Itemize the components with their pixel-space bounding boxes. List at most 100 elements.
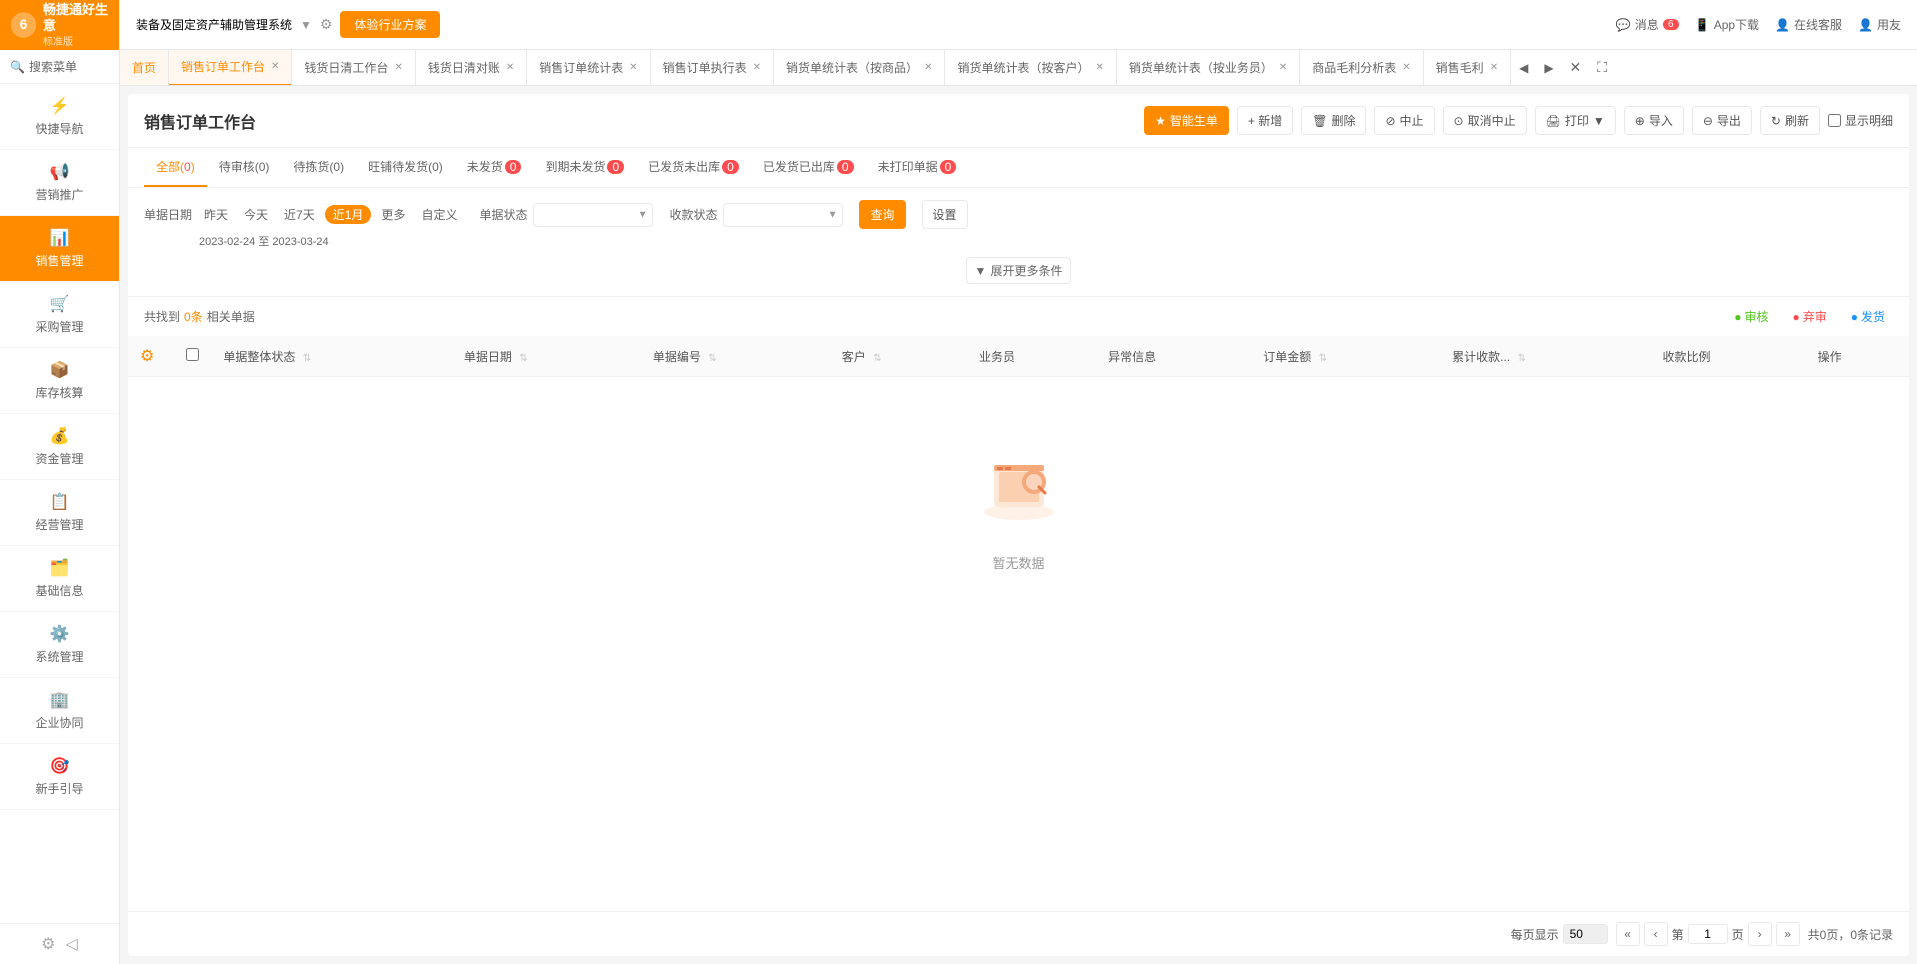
export-btn[interactable]: ⊖ 导出 [1692,106,1752,135]
th-customer[interactable]: 客户 ⇅ [830,336,967,377]
tab-sales-workbench[interactable]: 销售订单工作台 ✕ [169,50,292,86]
page-number-input[interactable] [1688,924,1728,944]
tab-prev-btn[interactable]: ◀ [1511,50,1536,86]
sidebar-item-marketing[interactable]: 📢 营销推广 [0,150,119,216]
sidebar-item-quick-nav[interactable]: ⚡ 快捷导航 [0,84,119,150]
trial-btn[interactable]: 体验行业方案 [340,11,440,38]
total-suffix: 相关单据 [207,308,255,325]
tab-close-icon[interactable]: ✕ [924,62,932,73]
stop-btn[interactable]: ⊘ 中止 [1374,106,1434,135]
tab-gross-profit[interactable]: 商品毛利分析表 ✕ [1300,50,1423,86]
user-btn[interactable]: 👤 用友 [1858,16,1901,33]
tab-expand-btn[interactable]: ⛶ [1589,50,1615,86]
tab-cash-reconcile[interactable]: 钱货日清对账 ✕ [416,50,527,86]
sub-tab-wangpu[interactable]: 旺铺待发货(0) [356,148,455,187]
prev-page-btn[interactable]: ‹ [1644,922,1668,946]
app-download-btn[interactable]: 📱 App下载 [1695,16,1759,33]
tab-close-icon[interactable]: ✕ [753,62,761,73]
message-btn[interactable]: 💬 消息 6 [1616,16,1679,33]
collapse-icon[interactable]: ◁ [66,934,78,954]
th-settings[interactable]: ⚙ [128,336,174,377]
settings-footer-icon[interactable]: ⚙ [41,934,55,954]
tab-close-icon[interactable]: ✕ [394,62,402,73]
batch-ship-btn[interactable]: ● 发货 [1843,305,1893,328]
select-all-checkbox[interactable] [186,348,199,361]
sub-tab-shipped-not-out[interactable]: 已发货未出库0 [636,148,751,187]
tab-close-icon[interactable]: ✕ [271,61,279,72]
show-detail-checkbox[interactable]: 显示明细 [1828,112,1893,129]
sub-tab-not-printed[interactable]: 未打印单据0 [866,148,969,187]
sub-tab-expired-not-shipped[interactable]: 到期未发货0 [533,148,636,187]
last-page-btn[interactable]: » [1776,922,1800,946]
settings-icon[interactable]: ⚙ [320,16,333,33]
tab-close-icon[interactable]: ✕ [1402,62,1410,73]
batch-reject-btn[interactable]: ● 弃审 [1784,305,1834,328]
tab-close-icon[interactable]: ✕ [1490,62,1498,73]
sub-tab-pending-review[interactable]: 待审核(0) [207,148,282,187]
cancel-stop-btn[interactable]: ⊙ 取消中止 [1443,106,1527,135]
tab-sales-by-customer[interactable]: 销货单统计表（按客户） ✕ [945,50,1116,86]
status-select[interactable] [533,203,653,227]
per-page-select[interactable]: 50 20 100 [1563,924,1608,944]
refresh-btn[interactable]: ↻ 刷新 [1760,106,1820,135]
sidebar-item-base-info[interactable]: 🗂️ 基础信息 [0,546,119,612]
sidebar-item-sales[interactable]: 📊 销售管理 [0,216,119,282]
sub-tab-not-shipped[interactable]: 未发货0 [455,148,534,187]
tab-label: 销货单统计表（按业务员） [1129,59,1273,76]
tab-close-icon[interactable]: ✕ [506,62,514,73]
th-date[interactable]: 单据日期 ⇅ [452,336,641,377]
sidebar-item-system[interactable]: ⚙️ 系统管理 [0,612,119,678]
payment-select[interactable] [723,203,843,227]
sidebar-item-finance[interactable]: 💰 资金管理 [0,414,119,480]
tab-daily-cash[interactable]: 钱货日清工作台 ✕ [292,50,415,86]
sidebar-item-guide[interactable]: 🎯 新手引导 [0,744,119,810]
print-btn[interactable]: 🖨 打印 ▼ [1535,106,1616,135]
query-btn[interactable]: 查询 [859,200,905,229]
th-salesman[interactable]: 业务员 [967,336,1096,377]
date-btn-yesterday[interactable]: 昨天 [198,204,234,225]
online-service-btn[interactable]: 👤 在线客服 [1775,16,1842,33]
sub-tab-pending-pickup[interactable]: 待拣货(0) [281,148,356,187]
settings-btn[interactable]: 设置 [922,200,968,229]
tab-next-btn[interactable]: ▶ [1536,50,1561,86]
th-number[interactable]: 单据编号 ⇅ [641,336,830,377]
smart-create-btn[interactable]: ★ 智能生单 [1144,106,1229,135]
sidebar-item-inventory[interactable]: 📦 库存核算 [0,348,119,414]
tab-sales-execute[interactable]: 销售订单执行表 ✕ [651,50,774,86]
tab-close-all-btn[interactable]: ✕ [1562,50,1590,86]
sidebar-item-enterprise[interactable]: 🏢 企业协同 [0,678,119,744]
expand-conditions-btn[interactable]: ▼ 展开更多条件 [966,257,1072,284]
sidebar-item-purchase[interactable]: 🛒 采购管理 [0,282,119,348]
date-btn-custom[interactable]: 自定义 [415,204,463,225]
add-btn[interactable]: + 新增 [1237,106,1293,135]
chevron-down-icon[interactable]: ▼ [300,18,312,32]
th-amount[interactable]: 订单金额 ⇅ [1251,336,1440,377]
sub-tab-shipped-out[interactable]: 已发货已出库0 [751,148,866,187]
tab-home[interactable]: 首页 [120,50,169,86]
tab-sales-by-staff[interactable]: 销货单统计表（按业务员） ✕ [1117,50,1300,86]
date-btn-1month[interactable]: 近1月 [325,205,372,224]
tab-close-icon[interactable]: ✕ [629,62,637,73]
th-collected[interactable]: 累计收款... ⇅ [1440,336,1650,377]
date-btn-7days[interactable]: 近7天 [278,204,321,225]
tab-sales-profit[interactable]: 销售毛利 ✕ [1424,50,1511,86]
delete-btn[interactable]: 🗑 删除 [1301,106,1366,135]
date-btn-today[interactable]: 今天 [238,204,274,225]
sidebar-search[interactable]: 🔍 搜索菜单 [0,50,119,84]
tab-close-icon[interactable]: ✕ [1279,62,1287,73]
sidebar-item-operations[interactable]: 📋 经营管理 [0,480,119,546]
th-abnormal[interactable]: 异常信息 [1096,336,1251,377]
tab-close-icon[interactable]: ✕ [1095,62,1103,73]
tab-sales-stats[interactable]: 销售订单统计表 ✕ [527,50,650,86]
next-page-btn[interactable]: › [1748,922,1772,946]
total-pages-info: 共0页，0条记录 [1808,926,1893,943]
date-btn-more[interactable]: 更多 [375,204,411,225]
import-btn[interactable]: ⊕ 导入 [1624,106,1684,135]
th-status[interactable]: 单据整体状态 ⇅ [211,336,452,377]
tab-sales-by-product[interactable]: 销货单统计表（按商品） ✕ [774,50,945,86]
column-settings-icon[interactable]: ⚙ [140,348,154,365]
sub-tab-all[interactable]: 全部(0) [144,148,207,187]
batch-approve-btn[interactable]: ● 审核 [1726,305,1776,328]
show-detail-input[interactable] [1828,114,1841,127]
first-page-btn[interactable]: « [1616,922,1640,946]
